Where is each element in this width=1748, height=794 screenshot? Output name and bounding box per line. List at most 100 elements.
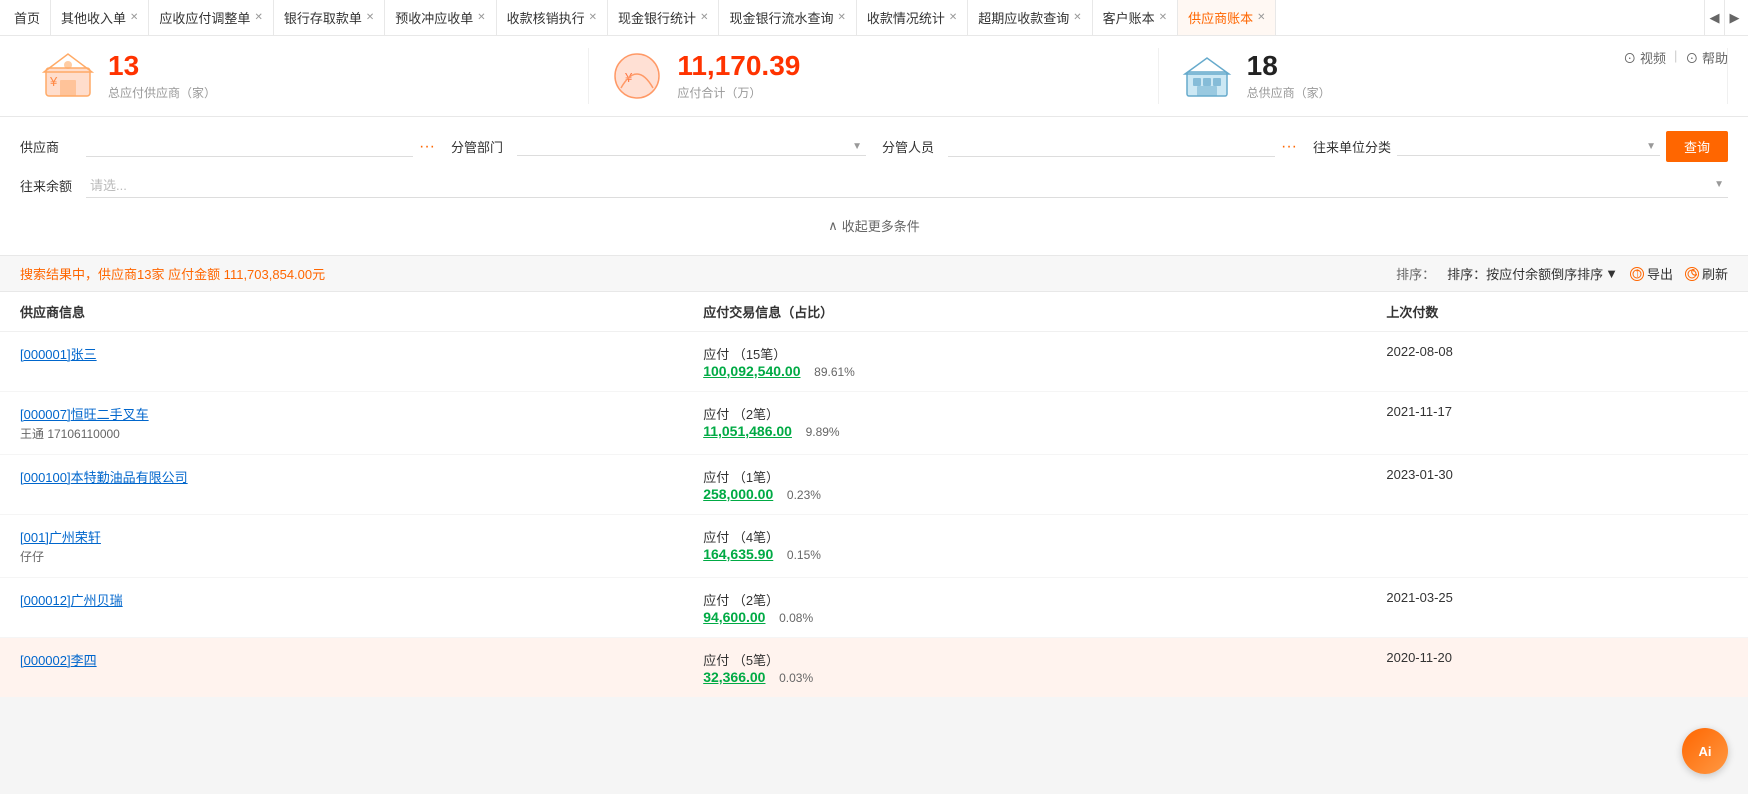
col-header-last-pay: 上次付数 [1386,302,1728,321]
pay-amount-4[interactable]: 94,600.00 [703,609,765,625]
balance-filter-arrow: ▼ [1714,179,1724,190]
vendor-code-4: [000012] [20,593,71,608]
nav-prev-arrow[interactable]: ◀ [1704,0,1724,36]
nav-tab-prepay-label: 预收冲应收单 [395,8,473,27]
nav-tab-cash-flow-close[interactable]: ✕ [837,12,845,23]
nav-tab-collect-stat[interactable]: 收款情况统计 ✕ [857,0,968,36]
nav-tab-prepay-close[interactable]: ✕ [477,12,485,23]
vendor-link-2[interactable]: [000100]本特勤油品有限公司 [20,467,703,486]
vendor-code-0: [000001] [20,347,71,362]
pay-amount-0[interactable]: 100,092,540.00 [703,363,800,379]
nav-tab-cash-stat-close[interactable]: ✕ [700,12,708,23]
col-header-vendor: 供应商信息 [20,302,703,321]
nav-tab-prepay[interactable]: 预收冲应收单 ✕ [385,0,496,36]
vendor-sub-3: 仔仔 [20,548,703,565]
filter-unit-category: 往来单位分类 ▼ 查询 [1313,131,1728,162]
vendor-code-2: [000100] [20,470,71,485]
nav-tab-customer-book[interactable]: 客户账本 ✕ [1093,0,1178,36]
nav-tab-adjust[interactable]: 应收应付调整单 ✕ [149,0,273,36]
nav-tab-overdue-label: 超期应收款查询 [978,8,1069,27]
results-summary: 搜索结果中，供应商13家 应付金额 111,703,854.00元 [20,264,325,283]
nav-arrows: ◀ ▶ [1704,0,1744,36]
top-links: ⊙ 视频 | ⊙ 帮助 [1623,48,1728,67]
stat-payable: ¥ 11,170.39 应付合计（万） [589,48,1158,104]
nav-tab-vendor-book-close[interactable]: ✕ [1257,12,1265,23]
pay-amount-1[interactable]: 11,051,486.00 [703,423,792,439]
nav-tab-verify[interactable]: 收款核销执行 ✕ [497,0,608,36]
export-button[interactable]: ↑ 导出 [1630,264,1673,283]
table-header: 供应商信息 应付交易信息（占比） 上次付数 [0,292,1748,332]
pay-amount-3[interactable]: 164,635.90 [703,546,773,562]
nav-tab-cash-flow[interactable]: 现金银行流水查询 ✕ [719,0,856,36]
nav-tab-other-income-close[interactable]: ✕ [130,12,138,23]
search-button[interactable]: 查询 [1666,131,1728,162]
balance-filter-select[interactable]: 请选... ▼ [86,172,1728,198]
video-link[interactable]: ⊙ 视频 [1623,48,1666,67]
balance-filter-label: 往来余额 [20,176,80,195]
nav-tab-overdue-close[interactable]: ✕ [1073,12,1081,23]
refresh-button[interactable]: ↻ 刷新 [1685,264,1728,283]
vendor-cell-4: [000012]广州贝瑞 [20,590,703,609]
nav-tab-bank-close[interactable]: ✕ [366,12,374,23]
last-pay-cell-0: 2022-08-08 [1386,344,1728,359]
nav-tab-vendor-book[interactable]: 供应商账本 ✕ [1178,0,1276,36]
unit-category-filter-label: 往来单位分类 [1313,137,1391,156]
pay-amount-2[interactable]: 258,000.00 [703,486,773,502]
sort-select[interactable]: 排序：按应付余额倒序排序 ▼ [1447,264,1618,283]
export-icon: ↑ [1630,267,1644,281]
collapse-label: 收起更多条件 [842,216,920,235]
pay-count-3: （4笔） [733,530,779,545]
svg-text:↻: ↻ [1689,269,1697,279]
nav-tab-cash-stat[interactable]: 现金银行统计 ✕ [608,0,719,36]
nav-tab-collect-stat-close[interactable]: ✕ [949,12,957,23]
nav-tab-bank-label: 银行存取款单 [284,8,362,27]
vendor-cell-1: [000007]恒旺二手叉车 王通 17106110000 [20,404,703,442]
sort-value: 排序：按应付余额倒序排序 [1447,264,1603,283]
vendor-filter-dots[interactable]: ··· [419,138,435,156]
vendor-filter-input[interactable] [86,136,413,157]
nav-tab-verify-close[interactable]: ✕ [589,12,597,23]
ai-label: Ai [1699,744,1712,759]
pay-cell-3: 应付 （4笔） 164,635.90 0.15% [703,527,1386,562]
vendor-code-5: [000002] [20,653,71,668]
pay-cell-1: 应付 （2笔） 11,051,486.00 9.89% [703,404,1386,439]
unit-category-filter-select[interactable]: ▼ [1397,138,1660,156]
nav-tab-home[interactable]: 首页 [4,0,51,36]
vendor-cell-2: [000100]本特勤油品有限公司 [20,467,703,486]
nav-tab-customer-book-label: 客户账本 [1103,8,1155,27]
top-navigation: 首页 其他收入单 ✕ 应收应付调整单 ✕ 银行存取款单 ✕ 预收冲应收单 ✕ 收… [0,0,1748,36]
person-filter-dots[interactable]: ··· [1281,138,1297,156]
pay-count-4: （2笔） [733,593,779,608]
nav-next-arrow[interactable]: ▶ [1724,0,1744,36]
pay-amount-5[interactable]: 32,366.00 [703,669,765,685]
nav-tab-overdue[interactable]: 超期应收款查询 ✕ [968,0,1092,36]
nav-tab-bank[interactable]: 银行存取款单 ✕ [274,0,385,36]
vendor-link-0[interactable]: [000001]张三 [20,344,703,363]
balance-filter-value: 请选... [90,175,127,194]
stat-vendors-info: 13 总应付供应商（家） [108,52,216,101]
vendor-code-1: [000007] [20,407,71,422]
vendor-link-5[interactable]: [000002]李四 [20,650,703,669]
nav-tab-adjust-close[interactable]: ✕ [254,12,262,23]
dept-filter-select[interactable]: ▼ [517,138,866,156]
vendor-link-4[interactable]: [000012]广州贝瑞 [20,590,703,609]
results-actions: 排序： 排序：按应付余额倒序排序 ▼ ↑ 导出 ↻ 刷新 [1396,264,1728,283]
total-vendors-label: 总应付供应商（家） [108,84,216,101]
ai-button[interactable]: Ai [1682,728,1728,774]
svg-text:¥: ¥ [49,74,58,89]
table-row-highlighted: [000002]李四 应付 （5笔） 32,366.00 0.03% 2020-… [0,638,1748,698]
stats-section: ¥ 13 总应付供应商（家） ¥ 11,170.39 应付合计（万） [0,36,1748,117]
person-filter-input[interactable] [948,136,1275,157]
stat-supplier-info: 18 总供应商（家） [1247,52,1331,101]
pay-count-5: （5笔） [733,653,779,668]
last-pay-cell-5: 2020-11-20 [1386,650,1728,665]
pay-percent-5: 0.03% [779,671,813,685]
vendor-link-1[interactable]: [000007]恒旺二手叉车 [20,404,703,423]
vendor-name-5: 李四 [71,653,97,668]
pay-count-2: （1笔） [733,470,779,485]
vendor-link-3[interactable]: [001]广州荣轩 [20,527,703,546]
help-link[interactable]: ⊙ 帮助 [1685,48,1728,67]
nav-tab-other-income[interactable]: 其他收入单 ✕ [51,0,149,36]
nav-tab-customer-book-close[interactable]: ✕ [1159,12,1167,23]
collapse-button[interactable]: ∧ 收起更多条件 [828,212,920,239]
